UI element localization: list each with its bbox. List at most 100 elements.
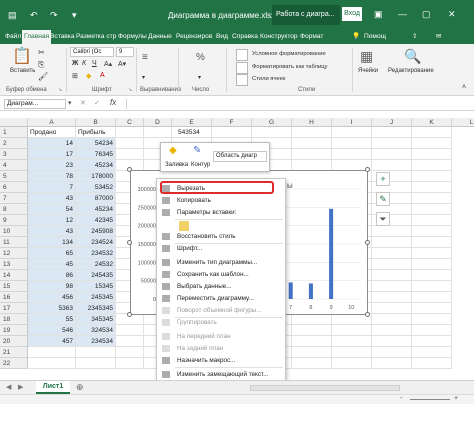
column-header[interactable]: F xyxy=(212,118,252,127)
row-header[interactable]: 3 xyxy=(0,149,28,160)
grid-cell[interactable] xyxy=(372,358,412,369)
grid-cell[interactable] xyxy=(116,138,144,149)
tab-view[interactable]: Вид xyxy=(216,30,228,44)
font-shrink-icon[interactable]: A▾ xyxy=(118,60,126,68)
tab-help[interactable]: Справка xyxy=(232,30,258,44)
grid-cell[interactable] xyxy=(412,193,452,204)
row-header[interactable]: 13 xyxy=(0,259,28,270)
tab-format[interactable]: Формат xyxy=(300,30,323,44)
grid-cell[interactable] xyxy=(412,314,452,325)
chart-resize-handle[interactable] xyxy=(365,240,370,245)
row-header[interactable]: 21 xyxy=(0,347,28,358)
row-header[interactable]: 20 xyxy=(0,336,28,347)
menu-item-chart-type[interactable]: Изменить тип диаграммы... xyxy=(157,257,285,268)
grid-cell[interactable] xyxy=(372,303,412,314)
name-box-dropdown-icon[interactable]: ▾ xyxy=(68,99,72,107)
alignment-menu-icon[interactable]: ▾ xyxy=(142,74,145,81)
row-header[interactable]: 4 xyxy=(0,160,28,171)
tab-home[interactable]: Главная xyxy=(22,30,52,44)
grid-cell[interactable] xyxy=(372,248,412,259)
percent-icon[interactable]: % xyxy=(196,52,205,63)
grid-cell[interactable] xyxy=(412,281,452,292)
lightbulb-icon[interactable]: 💡 xyxy=(352,30,360,44)
grid-cell[interactable] xyxy=(372,292,412,303)
grid-cell[interactable] xyxy=(372,325,412,336)
tab-data[interactable]: Данные xyxy=(148,30,172,44)
grid-cell[interactable] xyxy=(412,127,452,138)
cell-profit[interactable]: 42345 xyxy=(76,215,116,226)
menu-item-paste[interactable]: Параметры вставки: xyxy=(157,207,285,218)
cell-sold[interactable]: 23 xyxy=(28,160,76,171)
grid-cell[interactable] xyxy=(412,182,452,193)
chart-element-select[interactable]: Область диагр xyxy=(213,151,267,162)
cell-profit[interactable]: 45234 xyxy=(76,204,116,215)
cell-sold[interactable]: 65 xyxy=(28,248,76,259)
cell-profit[interactable]: 245345 xyxy=(76,292,116,303)
grid-cell[interactable] xyxy=(332,149,372,160)
grid-cell[interactable] xyxy=(116,325,144,336)
row-header[interactable]: 19 xyxy=(0,325,28,336)
grid-cell[interactable] xyxy=(144,127,172,138)
grid-cell[interactable] xyxy=(332,127,372,138)
grid-cell[interactable] xyxy=(412,270,452,281)
cell-profit[interactable]: 53452 xyxy=(76,182,116,193)
cell-profit[interactable]: 87000 xyxy=(76,193,116,204)
row-header[interactable]: 18 xyxy=(0,314,28,325)
copy-icon[interactable]: ⎘ xyxy=(38,60,44,70)
grid-cell[interactable] xyxy=(412,160,452,171)
column-header[interactable]: D xyxy=(144,118,172,127)
conditional-format-button[interactable]: Условное форматирование xyxy=(252,51,326,57)
ribbon-display-icon[interactable]: ▣ xyxy=(374,9,383,20)
cell-sold[interactable]: 17 xyxy=(28,149,76,160)
grid-cell[interactable] xyxy=(372,149,412,160)
cells-icon[interactable]: ▦ xyxy=(360,48,373,65)
chart-resize-handle[interactable] xyxy=(365,167,370,172)
cell-profit[interactable]: 15345 xyxy=(76,281,116,292)
outline-pen-icon[interactable]: ✎ xyxy=(193,145,201,156)
grid-cell[interactable] xyxy=(412,325,452,336)
row-header[interactable]: 5 xyxy=(0,171,28,182)
cell-profit[interactable]: 54234 xyxy=(76,138,116,149)
column-header[interactable]: H xyxy=(292,118,332,127)
column-header[interactable]: K xyxy=(412,118,452,127)
column-header[interactable]: A xyxy=(28,118,76,127)
cell-styles-button[interactable]: Стили ячеек xyxy=(252,76,285,82)
cell-sold[interactable]: 456 xyxy=(28,292,76,303)
row-header[interactable]: 14 xyxy=(0,270,28,281)
grid-cell[interactable] xyxy=(116,347,144,358)
cell-sold[interactable]: 12 xyxy=(28,215,76,226)
grid-cell[interactable] xyxy=(292,127,332,138)
editing-icon[interactable]: 🔍 xyxy=(404,48,421,65)
column-header[interactable]: C xyxy=(116,118,144,127)
sheet-tab-active[interactable]: Лист1 xyxy=(36,381,70,394)
row-header[interactable]: 8 xyxy=(0,204,28,215)
paste-button[interactable]: Вставить xyxy=(10,68,35,74)
tab-page-layout[interactable]: Разметка стр xyxy=(76,30,116,44)
zoom-slider[interactable] xyxy=(410,399,450,400)
format-painter-icon[interactable]: 🖌 xyxy=(38,72,48,81)
grid-cell[interactable] xyxy=(292,138,332,149)
redo-icon[interactable]: ↷ xyxy=(50,10,58,21)
menu-item-move-chart[interactable]: Переместить диаграмму... xyxy=(157,293,285,304)
grid-cell[interactable] xyxy=(412,336,452,347)
fx-icon[interactable]: fx xyxy=(110,98,116,107)
menu-item-reset-style[interactable]: Восстановить стиль xyxy=(157,231,285,242)
chart-styles-button[interactable]: ✎ xyxy=(376,192,390,206)
paste-option-icon[interactable] xyxy=(179,221,189,231)
cell-profit[interactable]: 2345345 xyxy=(76,303,116,314)
grid-cell[interactable] xyxy=(412,347,452,358)
column-header[interactable]: J xyxy=(372,118,412,127)
grid-cell[interactable] xyxy=(412,215,452,226)
cell-sold[interactable]: 55 xyxy=(28,314,76,325)
fill-button[interactable]: Заливка xyxy=(165,162,188,168)
cell-sold[interactable]: 86 xyxy=(28,270,76,281)
row-header[interactable]: 7 xyxy=(0,193,28,204)
chart-elements-button[interactable]: + xyxy=(376,172,390,186)
clipboard-launcher-icon[interactable]: ↘ xyxy=(58,87,62,93)
cell-profit[interactable] xyxy=(76,358,116,369)
bar-8[interactable] xyxy=(308,283,313,299)
menu-item-macro[interactable]: Назначить макрос... xyxy=(157,355,285,366)
grid-cell[interactable] xyxy=(116,358,144,369)
cell-sold[interactable]: 45 xyxy=(28,259,76,270)
cell-sold[interactable]: 78 xyxy=(28,171,76,182)
